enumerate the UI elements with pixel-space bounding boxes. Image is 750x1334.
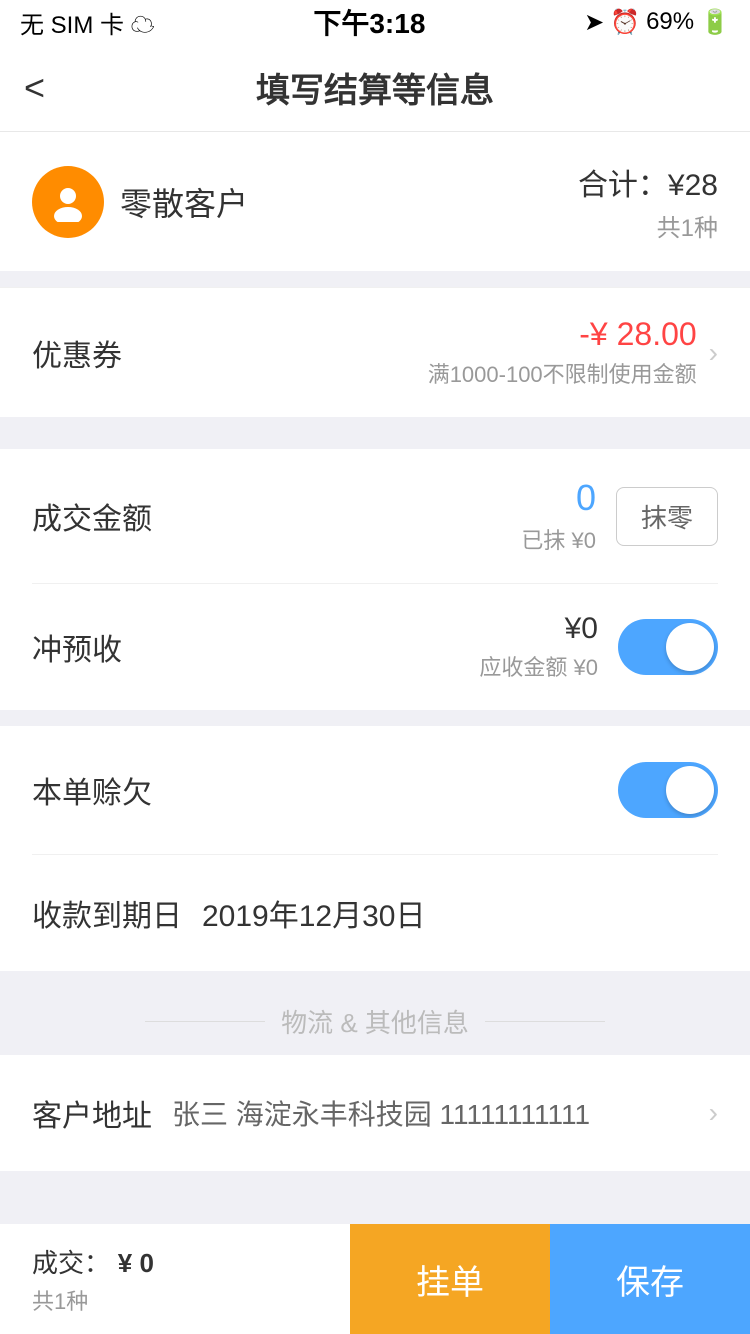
transaction-amount-area: 0 已抹 ¥0 [521,477,596,555]
separator-label: 物流 & 其他信息 [281,1003,469,1040]
advance-label: 冲预收 [32,625,122,669]
battery-icon: 🔋 [700,8,730,37]
sim-status: 无 SIM 卡 ☁ [20,5,155,40]
address-value: 张三 海淀永丰科技园 11111111111 [172,1093,709,1133]
bottom-info: 成交： ¥ 0 共1种 [0,1243,350,1316]
save-label: 保存 [616,1255,684,1304]
customer-left: 零散客户 [32,166,248,238]
save-button[interactable]: 保存 [550,1224,750,1334]
customer-avatar [32,166,104,238]
transaction-right: 0 已抹 ¥0 抹零 [521,477,718,555]
coupon-row[interactable]: 优惠券 -¥ 28.00 满1000-100不限制使用金额 › [0,287,750,417]
status-time: 下午3:18 [313,2,425,42]
customer-total: 合计：¥28 共1种 [578,160,718,243]
alarm-icon: ⏰ [610,8,640,37]
customer-row: 零散客户 合计：¥28 共1种 [0,132,750,271]
coupon-amount: -¥ 28.00 [428,316,697,353]
hang-label: 挂单 [416,1255,484,1304]
total-count: 共1种 [578,208,718,243]
status-left: 无 SIM 卡 ☁ [20,5,155,40]
logistics-separator: 物流 & 其他信息 [0,987,750,1055]
location-icon: ➤ [584,8,604,37]
advance-amount: ¥0 [479,612,598,646]
separator-line-left [145,1021,265,1022]
address-section: 客户地址 张三 海淀永丰科技园 11111111111 › [0,1055,750,1171]
debt-section: 本单赊欠 收款到期日 2019年12月30日 [0,726,750,971]
status-right: ➤ ⏰ 69% 🔋 [584,8,730,37]
content-area: 零散客户 合计：¥28 共1种 优惠券 -¥ 28.00 满1000-100不限… [0,132,750,1307]
page-title: 填写结算等信息 [256,63,494,112]
debt-toggle-knob [666,766,714,814]
coupon-right: -¥ 28.00 满1000-100不限制使用金额 › [428,316,718,389]
advance-toggle-knob [666,623,714,671]
bottom-deal-label: 成交： [32,1248,110,1278]
coupon-label: 优惠券 [32,331,122,375]
customer-name: 零散客户 [120,179,248,225]
round-button[interactable]: 抹零 [616,487,718,546]
separator-text: 物流 & 其他信息 [145,1003,605,1040]
due-date-value: 2019年12月30日 [202,891,425,935]
battery-level: 69% [646,8,694,36]
advance-toggle[interactable] [618,619,718,675]
bottom-bar: 成交： ¥ 0 共1种 挂单 保存 [0,1224,750,1334]
address-chevron-icon: › [709,1097,718,1129]
advance-right: ¥0 应收金额 ¥0 [479,612,718,682]
separator-line-right [485,1021,605,1022]
status-bar: 无 SIM 卡 ☁ 下午3:18 ➤ ⏰ 69% 🔋 [0,0,750,44]
hang-button[interactable]: 挂单 [350,1224,550,1334]
transaction-label: 成交金额 [32,494,152,538]
bottom-amount: ¥ 0 [118,1248,154,1278]
nav-bar: < 填写结算等信息 [0,44,750,132]
transaction-section: 成交金额 0 已抹 ¥0 抹零 冲预收 ¥0 应收金额 ¥0 [0,449,750,710]
coupon-desc: 满1000-100不限制使用金额 [428,357,697,389]
debt-label: 本单赊欠 [32,768,152,812]
address-row[interactable]: 客户地址 张三 海淀永丰科技园 11111111111 › [32,1055,718,1171]
divider-1 [0,433,750,449]
total-amount: 合计：¥28 [578,160,718,204]
coupon-chevron-icon: › [709,337,718,369]
coupon-value-block: -¥ 28.00 满1000-100不限制使用金额 [428,316,697,389]
advance-receivable: 应收金额 ¥0 [479,650,598,682]
advance-values: ¥0 应收金额 ¥0 [479,612,598,682]
debt-row: 本单赊欠 [32,726,718,855]
customer-section: 零散客户 合计：¥28 共1种 [0,132,750,271]
divider-2 [0,710,750,726]
debt-toggle[interactable] [618,762,718,818]
advance-row: 冲预收 ¥0 应收金额 ¥0 [32,584,718,710]
due-date-label: 收款到期日 [32,891,182,935]
address-label: 客户地址 [32,1091,152,1135]
bottom-deal-line: 成交： ¥ 0 [32,1243,318,1280]
coupon-section: 优惠券 -¥ 28.00 满1000-100不限制使用金额 › [0,287,750,417]
due-date-row[interactable]: 收款到期日 2019年12月30日 [32,855,718,971]
transaction-deducted: 已抹 ¥0 [521,523,596,555]
transaction-row: 成交金额 0 已抹 ¥0 抹零 [32,449,718,584]
back-button[interactable]: < [24,67,45,109]
bottom-count: 共1种 [32,1284,318,1316]
transaction-value[interactable]: 0 [521,477,596,519]
